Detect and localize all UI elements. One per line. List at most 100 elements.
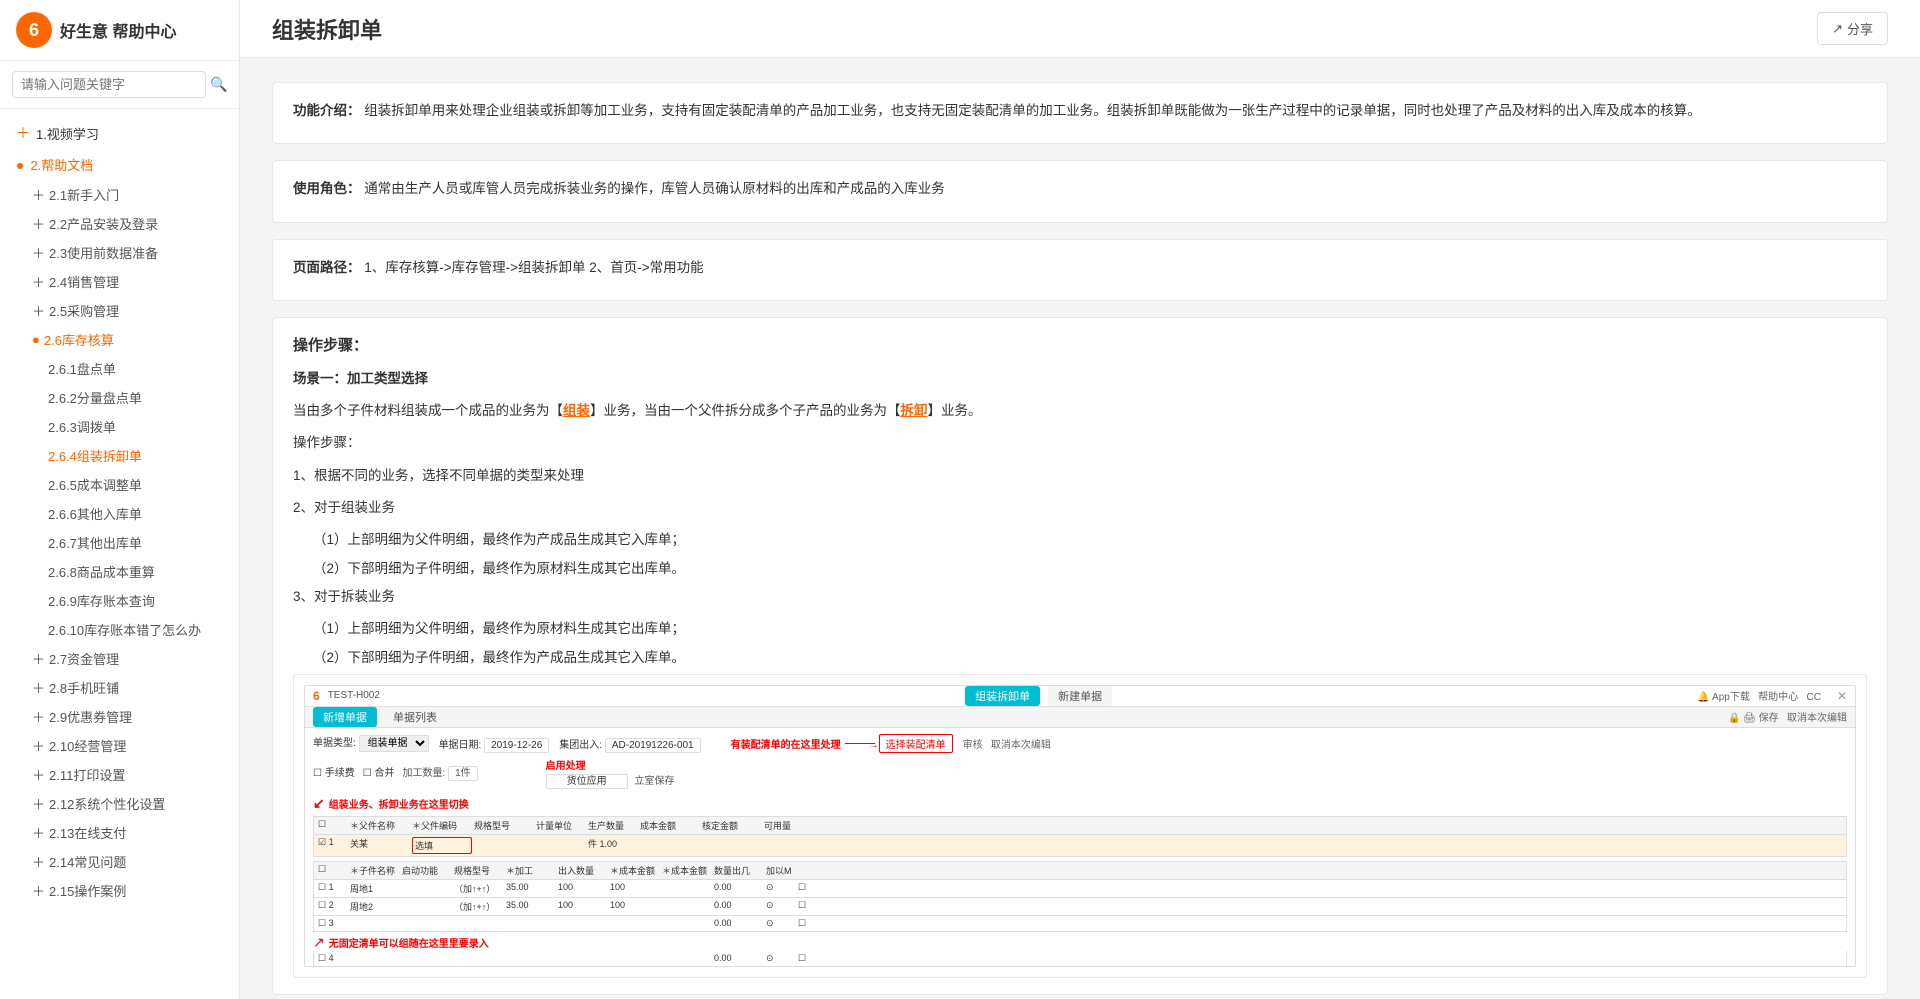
annotation-1: 有装配清单的在这里处理 (731, 736, 841, 751)
sidebar-item-c214[interactable]: ＋ 2.14常见问题 (24, 847, 239, 876)
expand-icon: ＋ (32, 823, 45, 842)
step1: 1、根据不同的业务，选择不同单据的类型来处理 (293, 464, 1867, 488)
expand-icon: ＋ (16, 123, 30, 143)
sidebar-item-c21[interactable]: ＋ 2.1新手入门 (24, 180, 239, 209)
func-intro-block: 功能介绍： 组装拆卸单用来处理企业组装或拆卸等加工业务，支持有固定装配清单的产品… (272, 82, 1888, 144)
nav-sub-children-26: 2.6.1盘点单 2.6.2分量盘点单 2.6.3调拨单 2.6.4组装拆卸单 … (24, 354, 239, 644)
sidebar-item-c26[interactable]: ● 2.6库存核算 (24, 325, 239, 354)
collapse-icon: ● (32, 332, 40, 347)
logo-text: 好生意 帮助中心 (60, 18, 176, 42)
expand-icon: ＋ (32, 301, 45, 320)
ops-steps-title: 操作步骤： (293, 431, 1867, 455)
func-intro-content: 组装拆卸单用来处理企业组装或拆卸等加工业务，支持有固定装配清单的产品加工业务，也… (364, 103, 1701, 118)
sidebar-item-c215[interactable]: ＋ 2.15操作案例 (24, 876, 239, 905)
step2-sub: （1）上部明细为父件明细，最终作为产成品生成其它入库单； （2）下部明细为子件明… (313, 528, 1867, 581)
mock-subtab-list: 单据列表 (383, 707, 447, 727)
sidebar-item-c25[interactable]: ＋ 2.5采购管理 (24, 296, 239, 325)
func-intro-text: 功能介绍： 组装拆卸单用来处理企业组装或拆卸等加工业务，支持有固定装配清单的产品… (293, 99, 1867, 123)
expand-icon: ＋ (32, 765, 45, 784)
share-icon: ↗ (1832, 21, 1843, 37)
screenshot-image: 6 TEST-H002 组装拆卸单 新建单据 🔔 App下载 帮助中心 CC ✕… (304, 685, 1856, 967)
mock-toolbar: 新增单据 单据列表 🔒 🖨 保存 取消本次编辑 (305, 707, 1855, 728)
mock-tables: ☐＊父件名称＊父件编码规格型号计量单位生产数量成本金额核定金额可用量 ☑ 1关某… (305, 816, 1855, 967)
annotation-3: 启用处理 (546, 761, 586, 772)
sidebar-item-c29[interactable]: ＋ 2.9优惠券管理 (24, 702, 239, 731)
nav-tree: ＋ 1.视频学习 ● 2.帮助文档 ＋ 2.1新手入门 ＋ 2.2产品安装及登录 (0, 109, 239, 999)
sidebar-item-c22[interactable]: ＋ 2.2产品安装及登录 (24, 209, 239, 238)
path-block: 页面路径： 1、库存核算->库存管理->组装拆卸单 2、首页->常用功能 (272, 239, 1888, 301)
scenario-desc-text: 当由多个子件材料组装成一个成品的业务为【组装】业务，当由一个父件拆分成多个子产品… (293, 403, 982, 418)
sidebar-item-c263[interactable]: 2.6.3调拨单 (40, 412, 239, 441)
role-content: 通常由生产人员或库管人员完成拆装业务的操作，库管人员确认原材料的出库和产成品的入… (364, 181, 945, 196)
page-title: 组装拆卸单 (272, 13, 382, 45)
step3: 3、对于拆装业务 (293, 585, 1867, 609)
nav-section-2: ● 2.帮助文档 ＋ 2.1新手入门 ＋ 2.2产品安装及登录 ＋ 2.3使用前… (0, 149, 239, 905)
annotation-2: 组装业务、拆卸业务在这里切换 (329, 796, 469, 811)
expand-icon: ＋ (32, 707, 45, 726)
scenario-title-text: 场景一：加工类型选择 (293, 371, 428, 386)
sidebar-item-c28[interactable]: ＋ 2.8手机旺铺 (24, 673, 239, 702)
scenario-title: 场景一：加工类型选择 (293, 367, 1867, 391)
expand-icon: ＋ (32, 272, 45, 291)
sidebar-item-c265[interactable]: 2.6.5成本调整单 (40, 470, 239, 499)
sidebar-item-c23[interactable]: ＋ 2.3使用前数据准备 (24, 238, 239, 267)
mock-topbar: 6 TEST-H002 组装拆卸单 新建单据 🔔 App下载 帮助中心 CC ✕ (305, 686, 1855, 707)
path-content: 1、库存核算->库存管理->组装拆卸单 2、首页->常用功能 (364, 260, 703, 275)
mock-company: TEST-H002 (328, 690, 380, 701)
mock-select-type[interactable]: 组装单据 (359, 735, 429, 752)
mock-tab-active: 组装拆卸单 (965, 686, 1040, 706)
search-button[interactable]: 🔍 (210, 76, 227, 93)
mock-subtab-new: 新增单据 (313, 707, 377, 727)
func-intro-label: 功能介绍： (293, 103, 361, 118)
path-text: 页面路径： 1、库存核算->库存管理->组装拆卸单 2、首页->常用功能 (293, 256, 1867, 280)
sidebar-item-c267[interactable]: 2.6.7其他出库单 (40, 528, 239, 557)
collapse-icon: ● (16, 157, 24, 173)
path-label: 页面路径： (293, 260, 361, 275)
sidebar-item-c210[interactable]: ＋ 2.10经营管理 (24, 731, 239, 760)
mock-form-area: 单据类型: 组装单据 单据日期: 2019-12-26 集团出入: AD-201… (305, 728, 1855, 793)
role-text: 使用角色： 通常由生产人员或库管人员完成拆装业务的操作，库管人员确认原材料的出库… (293, 177, 1867, 201)
sidebar-item-c264[interactable]: 2.6.4组装拆卸单 (40, 441, 239, 470)
sidebar-item-c269[interactable]: 2.6.9库存账本查询 (40, 586, 239, 615)
annotation-4: 无固定清单可以组随在这里里要录入 (329, 935, 489, 950)
mock-screenshot: 6 TEST-H002 组装拆卸单 新建单据 🔔 App下载 帮助中心 CC ✕… (305, 686, 1855, 966)
sidebar-item-c212[interactable]: ＋ 2.12系统个性化设置 (24, 789, 239, 818)
scenario-desc: 当由多个子件材料组装成一个成品的业务为【组装】业务，当由一个父件拆分成多个子产品… (293, 399, 1867, 423)
sidebar-item-c261[interactable]: 2.6.1盘点单 (40, 354, 239, 383)
sidebar-item-c266[interactable]: 2.6.6其他入库单 (40, 499, 239, 528)
sidebar-item-label: 1.视频学习 (36, 124, 99, 143)
expand-icon: ＋ (32, 649, 45, 668)
sidebar-item-c211[interactable]: ＋ 2.11打印设置 (24, 760, 239, 789)
step3-2: （2）下部明细为子件明细，最终作为产成品生成其它入库单。 (313, 646, 1867, 670)
expand-icon: ＋ (32, 678, 45, 697)
sidebar-item-c2610[interactable]: 2.6.10库存账本错了怎么办 (40, 615, 239, 644)
expand-icon: ＋ (32, 852, 45, 871)
step2-2: （2）下部明细为子件明细，最终作为原材料生成其它出库单。 (313, 557, 1867, 581)
logo-area: 6 好生意 帮助中心 (0, 0, 239, 61)
role-block: 使用角色： 通常由生产人员或库管人员完成拆装业务的操作，库管人员确认原材料的出库… (272, 160, 1888, 222)
screenshot-container: 6 TEST-H002 组装拆卸单 新建单据 🔔 App下载 帮助中心 CC ✕… (293, 674, 1867, 978)
nav-children-2: ＋ 2.1新手入门 ＋ 2.2产品安装及登录 ＋ 2.3使用前数据准备 ＋ 2.… (0, 180, 239, 905)
sidebar-item-c262[interactable]: 2.6.2分量盘点单 (40, 383, 239, 412)
ops-title: 操作步骤： (293, 334, 1867, 355)
expand-icon: ＋ (32, 881, 45, 900)
sidebar-item-video[interactable]: ＋ 1.视频学习 (0, 117, 239, 149)
share-button[interactable]: ↗ 分享 (1817, 12, 1888, 45)
sidebar-item-c27[interactable]: ＋ 2.7资金管理 (24, 644, 239, 673)
main-content: 功能介绍： 组装拆卸单用来处理企业组装或拆卸等加工业务，支持有固定装配清单的产品… (240, 58, 1920, 999)
search-input[interactable] (12, 71, 206, 98)
sidebar-item-c268[interactable]: 2.6.8商品成本重算 (40, 557, 239, 586)
main-panel: 组装拆卸单 ↗ 分享 功能介绍： 组装拆卸单用来处理企业组装或拆卸等加工业务，支… (240, 0, 1920, 999)
role-label: 使用角色： (293, 181, 361, 196)
expand-icon: ＋ (32, 736, 45, 755)
search-area: 🔍 (0, 61, 239, 109)
sidebar-item-c24[interactable]: ＋ 2.4销售管理 (24, 267, 239, 296)
sidebar-item-helpdoc[interactable]: ● 2.帮助文档 (0, 149, 239, 180)
expand-icon: ＋ (32, 794, 45, 813)
step2-1: （1）上部明细为父件明细，最终作为产成品生成其它入库单； (313, 528, 1867, 552)
expand-icon: ＋ (32, 185, 45, 204)
sidebar-item-label: 2.帮助文档 (30, 155, 93, 174)
sidebar-item-c213[interactable]: ＋ 2.13在线支付 (24, 818, 239, 847)
mock-logo: 6 (313, 689, 320, 703)
step2: 2、对于组装业务 (293, 496, 1867, 520)
